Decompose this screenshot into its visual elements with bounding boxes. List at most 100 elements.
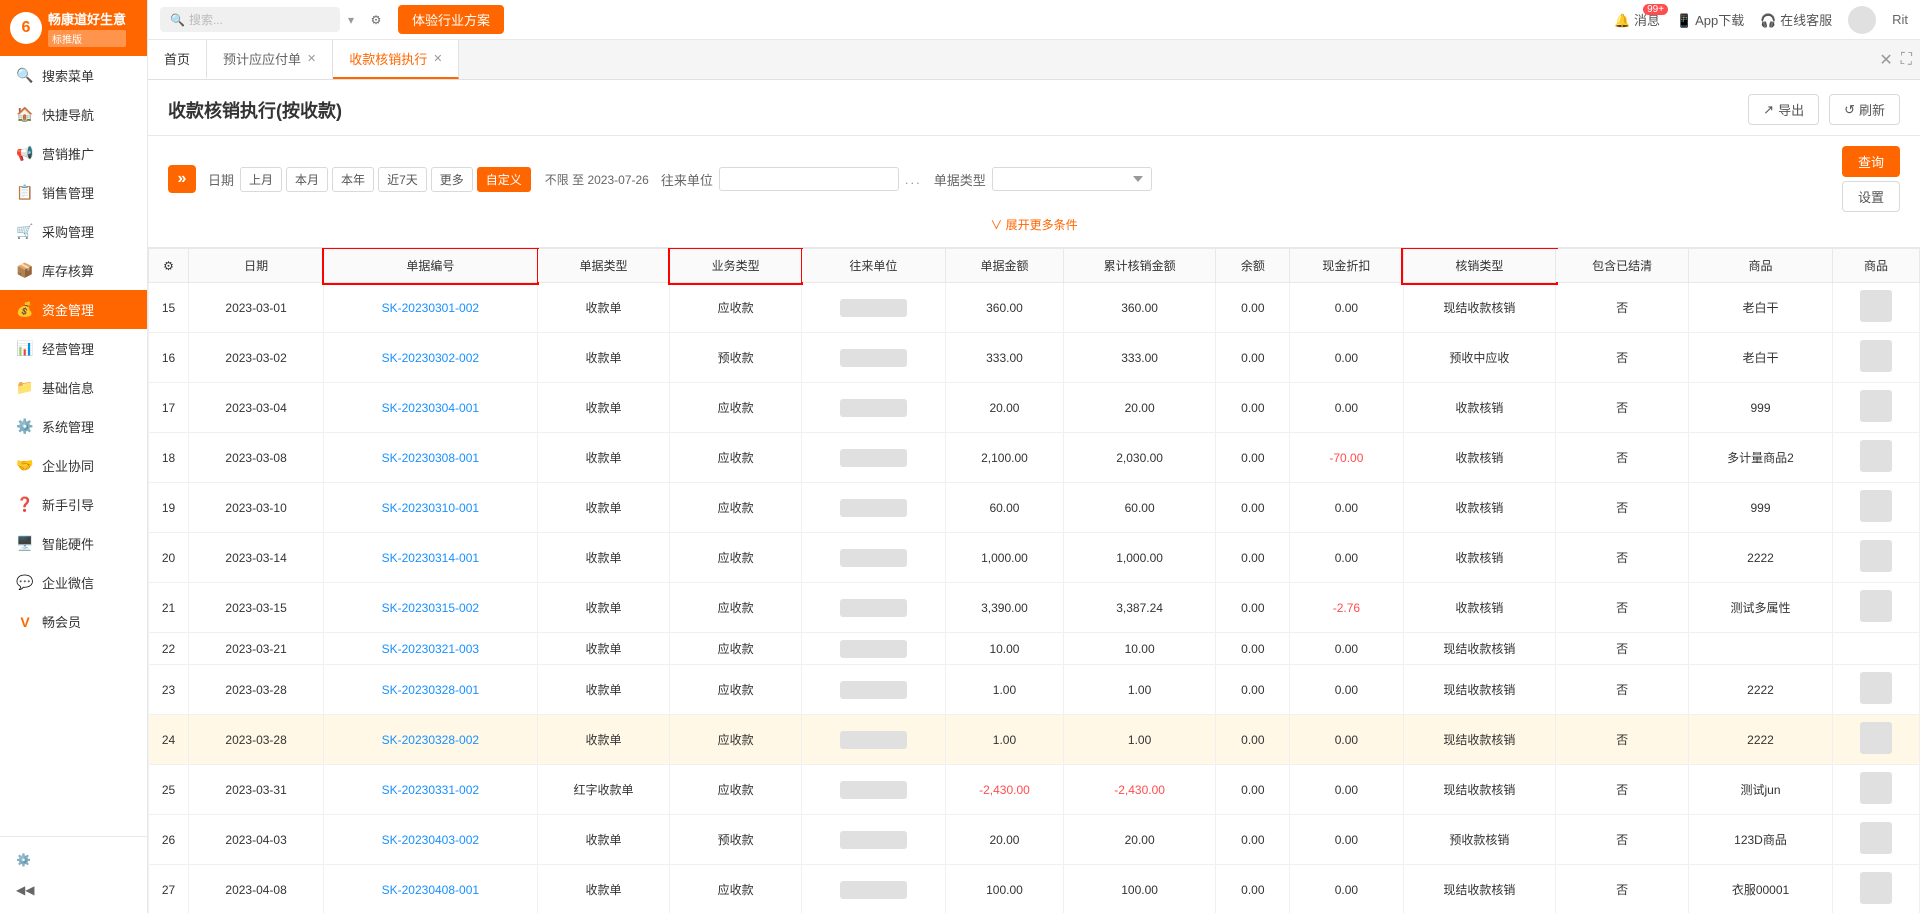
filter-last-month-btn[interactable]: 上月 [240,167,282,192]
tab-collection[interactable]: 收款核销执行 ✕ [333,40,459,79]
tab-close-all-btn[interactable]: ✕ [1879,50,1892,70]
cell-voucher-no[interactable]: SK-20230314-001 [324,533,537,583]
tab-home[interactable]: 首页 [148,40,207,79]
cell-voucher-type: 收款单 [537,433,670,483]
cell-date: 2023-03-28 [189,665,324,715]
filter-this-year-btn[interactable]: 本年 [332,167,374,192]
cell-product-img [1832,583,1919,633]
sidebar-settings-btn[interactable]: ⚙️ [0,845,147,875]
tab-maximize-btn[interactable]: ⛶ [1901,51,1912,69]
topbar-dropdown-arrow[interactable]: ▾ [348,13,354,27]
sidebar-item-hardware[interactable]: 🖥️ 智能硬件 [0,524,147,563]
table-container[interactable]: ⚙ 日期 单据编号 单据类型 业务类型 往来单位 单据金额 累计核销金额 余额 … [148,248,1920,913]
notifications-btn[interactable]: 🔔 消息 99+ [1614,10,1660,29]
cell-cancel-type: 现结收款核销 [1403,765,1556,815]
filter-partner-input[interactable] [719,167,899,191]
cell-voucher-no[interactable]: SK-20230328-001 [324,665,537,715]
filter-custom-btn[interactable]: 自定义 [477,167,531,192]
user-avatar[interactable] [1848,6,1876,34]
sidebar-item-marketing[interactable]: 📢 营销推广 [0,134,147,173]
filter-expand-left-btn[interactable]: » [168,165,196,193]
cell-product: 2222 [1689,665,1833,715]
sidebar-item-search[interactable]: 🔍 搜索菜单 [0,56,147,95]
sidebar-item-guide[interactable]: ❓ 新手引导 [0,485,147,524]
page-actions: ↗ 导出 ↺ 刷新 [1748,94,1900,125]
cell-product: 多计量商品2 [1689,433,1833,483]
cell-cancel-type: 收款核销 [1403,483,1556,533]
online-service-btn[interactable]: 🎧 在线客服 [1760,10,1832,29]
cell-date: 2023-03-01 [189,283,324,333]
sidebar-item-basic[interactable]: 📁 基础信息 [0,368,147,407]
query-btn[interactable]: 查询 [1842,146,1900,177]
sales-icon: 📋 [16,184,34,201]
bell-icon: 🔔 [1614,13,1630,28]
cell-voucher-no[interactable]: SK-20230302-002 [324,333,537,383]
col-cancel-type: 核销类型 [1403,249,1556,283]
sidebar-item-sales[interactable]: 📋 销售管理 [0,173,147,212]
cell-discount: -2.76 [1290,583,1403,633]
cell-voucher-no[interactable]: SK-20230301-002 [324,283,537,333]
setting-btn[interactable]: 设置 [1842,181,1900,212]
topbar-search[interactable]: 🔍 搜索... [160,7,340,32]
cell-cancel-type: 现结收款核销 [1403,665,1556,715]
sidebar-item-purchase[interactable]: 🛒 采购管理 [0,212,147,251]
cell-amount: 20.00 [946,815,1064,865]
sidebar-item-system[interactable]: ⚙️ 系统管理 [0,407,147,446]
cell-discount: 0.00 [1290,865,1403,913]
cell-no: 24 [149,715,189,765]
sidebar-item-member[interactable]: V 畅会员 [0,602,147,641]
cell-no: 21 [149,583,189,633]
cell-biz-type: 应收款 [670,715,801,765]
sidebar-item-finance[interactable]: 💰 资金管理 [0,290,147,329]
export-btn[interactable]: ↗ 导出 [1748,94,1819,125]
cell-voucher-no[interactable]: SK-20230308-001 [324,433,537,483]
cell-voucher-no[interactable]: SK-20230331-002 [324,765,537,815]
filter-7days-btn[interactable]: 近7天 [378,167,427,192]
sidebar-item-wechat[interactable]: 💬 企业微信 [0,563,147,602]
app-download-btn[interactable]: 📱 App下载 [1676,10,1744,29]
product-thumbnail [1860,590,1892,622]
cell-include-settled: 否 [1556,765,1689,815]
sidebar-collapse-btn[interactable]: ◀◀ [0,875,147,905]
cell-voucher-no[interactable]: SK-20230304-001 [324,383,537,433]
solution-btn[interactable]: 体验行业方案 [398,5,504,34]
cell-voucher-no[interactable]: SK-20230315-002 [324,583,537,633]
filter-this-month-btn[interactable]: 本月 [286,167,328,192]
cell-voucher-no[interactable]: SK-20230403-002 [324,815,537,865]
expand-more-btn[interactable]: ∨ 展开更多条件 [990,218,1077,232]
tab-collection-close[interactable]: ✕ [433,52,442,65]
cell-amount: 1.00 [946,715,1064,765]
cell-cancel-type: 预收款核销 [1403,815,1556,865]
data-table: ⚙ 日期 单据编号 单据类型 业务类型 往来单位 单据金额 累计核销金额 余额 … [148,248,1920,913]
col-include-settled: 包含已结清 [1556,249,1689,283]
sidebar-item-operations[interactable]: 📊 经营管理 [0,329,147,368]
cell-voucher-no[interactable]: SK-20230408-001 [324,865,537,913]
sidebar-item-inventory[interactable]: 📦 库存核算 [0,251,147,290]
cell-voucher-no[interactable]: SK-20230321-003 [324,633,537,665]
logo-icon: 6 [10,12,42,44]
topbar-gear-btn[interactable]: ⚙ [362,6,390,34]
filter-voucher-type-select[interactable]: 收款单 红字收款单 [992,167,1152,191]
cell-biz-type: 应收款 [670,433,801,483]
cell-partner: ██████ [801,865,945,913]
cell-voucher-type: 收款单 [537,283,670,333]
refresh-btn[interactable]: ↺ 刷新 [1829,94,1900,125]
cell-amount: 1,000.00 [946,533,1064,583]
cell-amount: 10.00 [946,633,1064,665]
cell-partner: ██████ [801,433,945,483]
col-settings-icon[interactable]: ⚙ [163,259,174,273]
sidebar-item-enterprise[interactable]: 🤝 企业协同 [0,446,147,485]
filter-more-btn[interactable]: 更多 [431,167,473,192]
tab-prepay-close[interactable]: ✕ [307,52,316,65]
topbar-search-icon: 🔍 [170,13,185,27]
col-settings[interactable]: ⚙ [149,249,189,283]
product-thumbnail [1860,672,1892,704]
cell-voucher-no[interactable]: SK-20230310-001 [324,483,537,533]
cell-discount: 0.00 [1290,483,1403,533]
sidebar-item-shortcut[interactable]: 🏠 快捷导航 [0,95,147,134]
cell-product: 老白干 [1689,333,1833,383]
cell-no: 23 [149,665,189,715]
cell-voucher-no[interactable]: SK-20230328-002 [324,715,537,765]
cell-amount: 1.00 [946,665,1064,715]
tab-prepay[interactable]: 预计应应付单 ✕ [207,40,333,79]
